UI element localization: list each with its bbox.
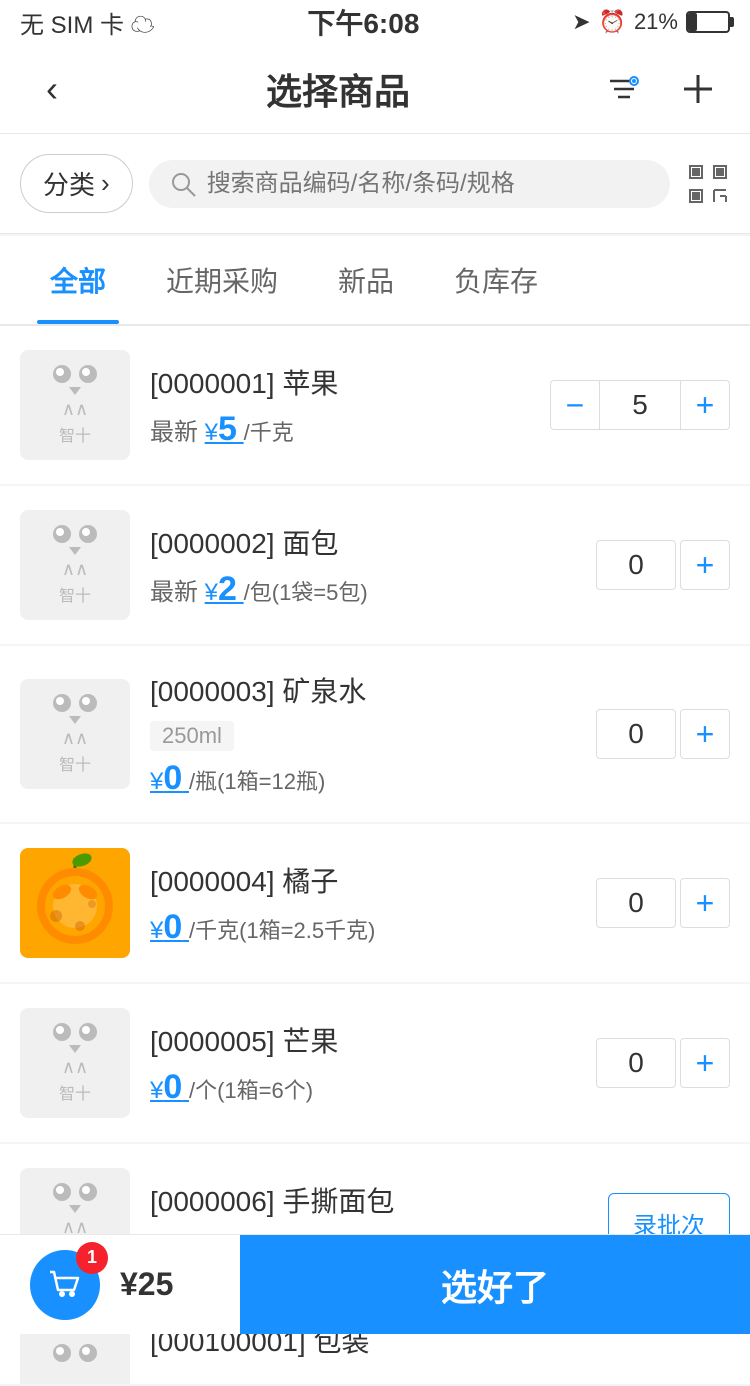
list-item: ∧∧ 智十 [0000003] 矿泉水 250ml ¥0 /瓶(1箱=12瓶) … [0, 646, 750, 822]
cart-icon [46, 1266, 84, 1304]
cart-icon-wrap[interactable]: 1 [30, 1250, 100, 1320]
status-right: ➤ ⏰ 21% [572, 9, 730, 35]
product-price: ¥0 /千克(1箱=2.5千克) [150, 908, 576, 947]
search-input[interactable] [207, 170, 650, 198]
quantity-increase-button[interactable]: + [680, 1038, 730, 1088]
category-label: 分类 [43, 165, 95, 202]
cart-total: ¥25 [120, 1266, 173, 1303]
quantity-increase-button[interactable]: + [680, 709, 730, 759]
cart-badge: 1 [76, 1242, 108, 1274]
list-item: [0000004] 橘子 ¥0 /千克(1箱=2.5千克) + [0, 824, 750, 982]
quantity-increase-button[interactable]: + [680, 380, 730, 430]
alarm-icon: ⏰ [599, 9, 626, 35]
product-name: [0000004] 橘子 [150, 860, 576, 900]
search-box[interactable] [149, 160, 670, 208]
bottom-bar: 1 ¥25 选好了 [0, 1234, 750, 1334]
battery-percent: 21% [634, 9, 678, 35]
back-button[interactable]: ‹ [30, 67, 74, 111]
product-price: ¥0 /瓶(1箱=12瓶) [150, 759, 576, 798]
product-thumbnail: ∧∧ 智十 [20, 350, 130, 460]
tab-all[interactable]: 全部 [20, 236, 136, 324]
status-bar: 无 SIM 卡 ☁ 下午6:08 ➤ ⏰ 21% [0, 0, 750, 44]
filter-bar: 分类 › [0, 134, 750, 234]
product-image [20, 848, 130, 958]
product-thumbnail: ∧∧ 智十 [20, 679, 130, 789]
quantity-control: + [596, 540, 730, 590]
product-info: [0000005] 芒果 ¥0 /个(1箱=6个) [150, 1020, 576, 1107]
quantity-input[interactable] [596, 709, 676, 759]
quantity-control: + [596, 1038, 730, 1088]
nav-bar: ‹ 选择商品 [0, 44, 750, 134]
location-icon: ➤ [572, 9, 590, 35]
product-info: [0000001] 苹果 最新 ¥5 /千克 [150, 362, 530, 449]
filter-icon [606, 71, 642, 107]
page-title: 选择商品 [266, 63, 410, 115]
product-thumbnail: ∧∧ 智十 [20, 1008, 130, 1118]
battery-icon [686, 11, 730, 33]
tab-recent[interactable]: 近期采购 [136, 236, 308, 324]
tabs-bar: 全部 近期采购 新品 负库存 [0, 236, 750, 326]
status-time: 下午6:08 [307, 2, 419, 42]
list-item: ∧∧ 智十 [0000001] 苹果 最新 ¥5 /千克 − + [0, 326, 750, 484]
tab-negative[interactable]: 负库存 [424, 236, 568, 324]
quantity-control: + [596, 878, 730, 928]
product-name: [0000005] 芒果 [150, 1020, 576, 1060]
product-name: [0000006] 手撕面包 [150, 1180, 588, 1220]
back-icon: ‹ [46, 68, 58, 110]
search-icon [169, 170, 197, 198]
quantity-input[interactable] [600, 380, 680, 430]
category-button[interactable]: 分类 › [20, 154, 133, 213]
quantity-input[interactable] [596, 878, 676, 928]
product-thumbnail [20, 848, 130, 958]
quantity-decrease-button[interactable]: − [550, 380, 600, 430]
list-item: ∧∧ 智十 [0000005] 芒果 ¥0 /个(1箱=6个) + [0, 984, 750, 1142]
quantity-increase-button[interactable]: + [680, 540, 730, 590]
product-name: [0000002] 面包 [150, 522, 576, 562]
product-name: [0000003] 矿泉水 [150, 670, 576, 710]
product-list: ∧∧ 智十 [0000001] 苹果 最新 ¥5 /千克 − + [0, 326, 750, 1384]
product-spec: 250ml [150, 721, 234, 751]
product-info: [0000003] 矿泉水 250ml ¥0 /瓶(1箱=12瓶) [150, 670, 576, 798]
product-name: [0000001] 苹果 [150, 362, 530, 402]
cart-section: 1 ¥25 [0, 1250, 240, 1320]
category-chevron: › [101, 168, 110, 199]
add-icon [680, 71, 716, 107]
confirm-button[interactable]: 选好了 [240, 1235, 750, 1334]
scan-button[interactable] [686, 162, 730, 206]
quantity-increase-button[interactable]: + [680, 878, 730, 928]
quantity-input[interactable] [596, 540, 676, 590]
filter-button[interactable] [602, 67, 646, 111]
add-button[interactable] [676, 67, 720, 111]
scan-icon [686, 162, 730, 206]
product-info: [0000004] 橘子 ¥0 /千克(1箱=2.5千克) [150, 860, 576, 947]
product-info: [0000002] 面包 最新 ¥2 /包(1袋=5包) [150, 522, 576, 609]
sim-status: 无 SIM 卡 ☁ [20, 5, 155, 40]
nav-icons [602, 67, 720, 111]
status-left: 无 SIM 卡 ☁ [20, 5, 155, 40]
product-price: 最新 ¥2 /包(1袋=5包) [150, 570, 576, 609]
product-price: 最新 ¥5 /千克 [150, 410, 530, 449]
list-item: ∧∧ 智十 [0000002] 面包 最新 ¥2 /包(1袋=5包) + [0, 486, 750, 644]
tab-new[interactable]: 新品 [308, 236, 424, 324]
quantity-control: + [596, 709, 730, 759]
quantity-input[interactable] [596, 1038, 676, 1088]
quantity-control: − + [550, 380, 730, 430]
product-thumbnail: ∧∧ 智十 [20, 510, 130, 620]
product-price: ¥0 /个(1箱=6个) [150, 1068, 576, 1107]
